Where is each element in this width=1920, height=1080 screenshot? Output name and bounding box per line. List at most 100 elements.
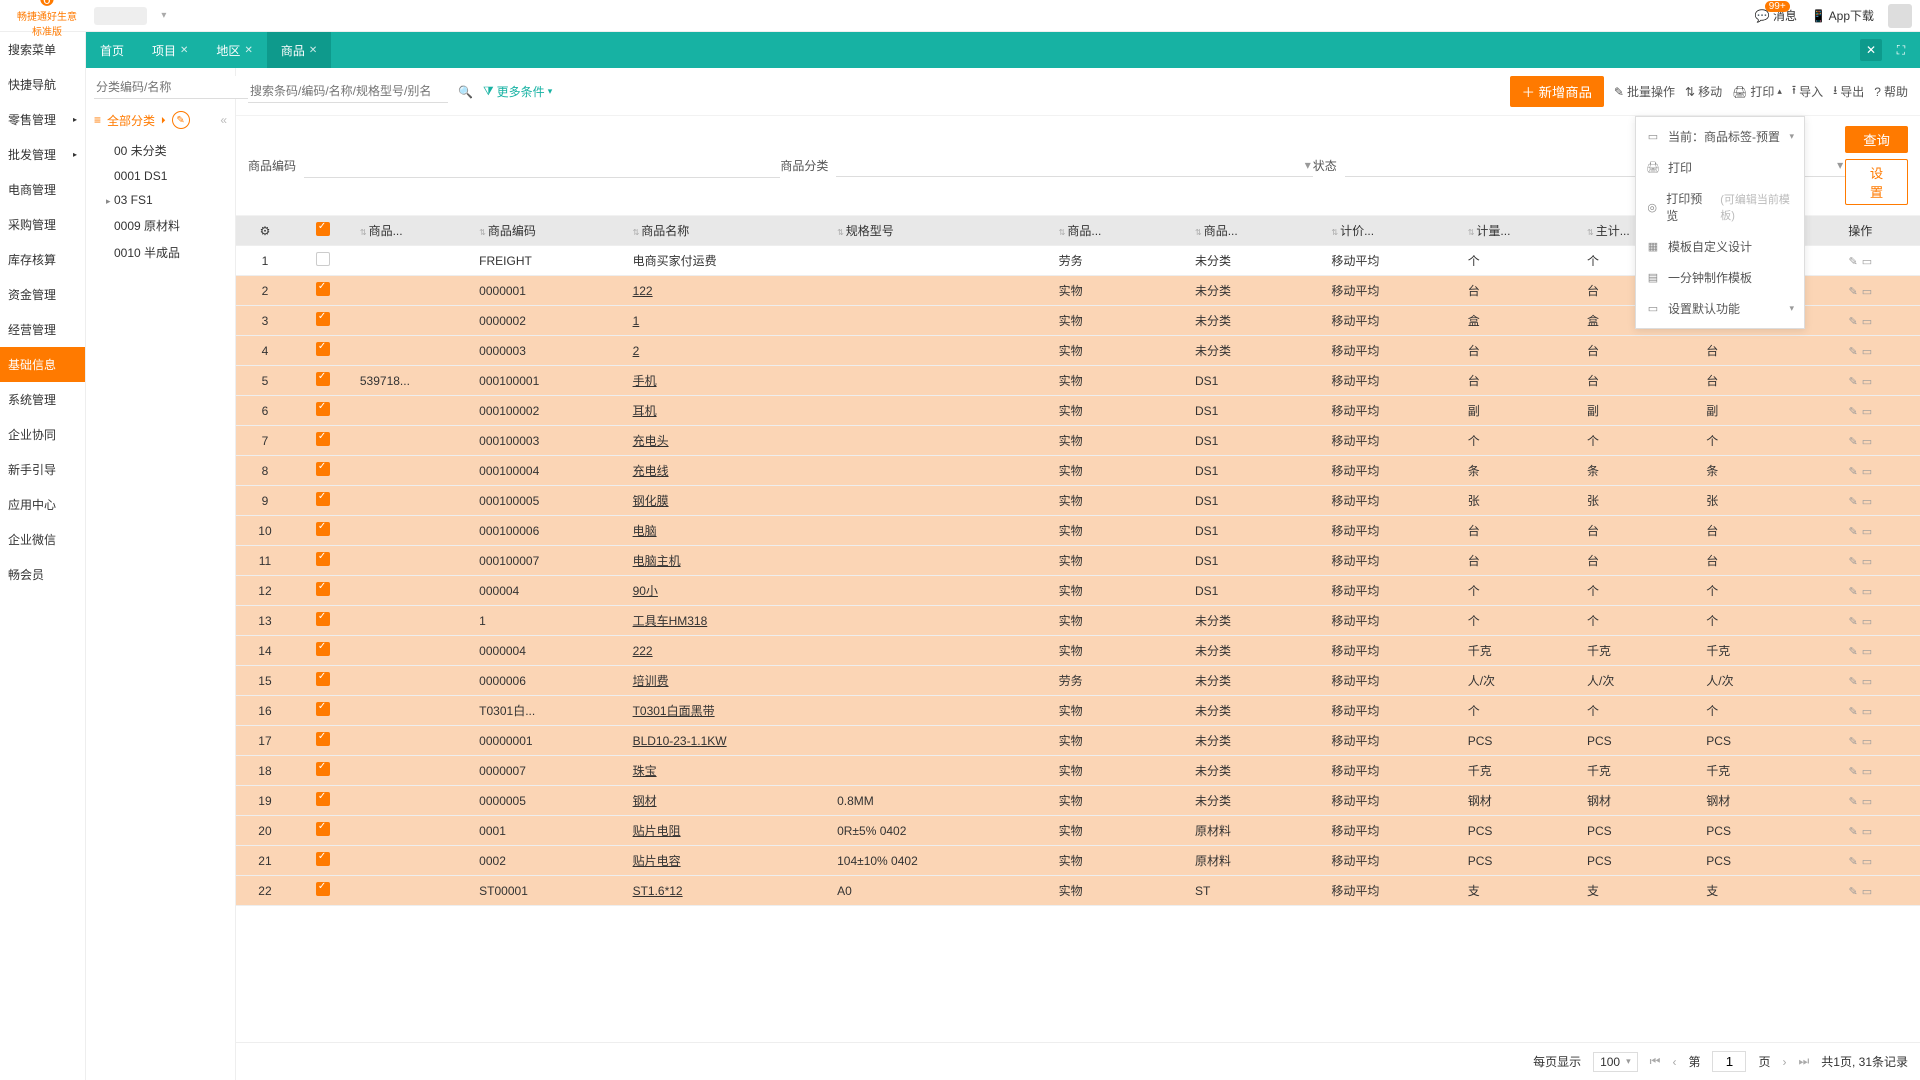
row-checkbox[interactable] — [294, 666, 352, 696]
table-row[interactable]: 150000006培训费劳务未分类移动平均人/次人/次人/次✎▭ — [236, 666, 1920, 696]
category-filter-select[interactable]: ▾ — [836, 154, 1312, 177]
more-icon[interactable]: ▭ — [1862, 496, 1872, 508]
col-barcode[interactable]: ⇅商品... — [352, 216, 471, 246]
help-button[interactable]: ?帮助 — [1874, 83, 1908, 100]
category-search-input[interactable] — [94, 76, 253, 99]
product-name-link[interactable]: 培训费 — [633, 674, 669, 688]
sidebar-item[interactable]: 电商管理 — [0, 172, 85, 207]
more-icon[interactable]: ▭ — [1862, 316, 1872, 328]
row-checkbox[interactable] — [294, 606, 352, 636]
edit-icon[interactable]: ✎ — [1848, 286, 1857, 298]
edit-icon[interactable]: ✎ — [1848, 676, 1857, 688]
set-default-action[interactable]: ▭设置默认功能▾ — [1636, 293, 1804, 324]
company-selector[interactable] — [94, 7, 147, 25]
table-row[interactable]: 180000007珠宝实物未分类移动平均千克千克千克✎▭ — [236, 756, 1920, 786]
more-icon[interactable]: ▭ — [1862, 346, 1872, 358]
row-checkbox[interactable] — [294, 636, 352, 666]
table-row[interactable]: 11000100007电脑主机实物DS1移动平均台台台✎▭ — [236, 546, 1920, 576]
table-row[interactable]: 131工具车HM318实物未分类移动平均个个个✎▭ — [236, 606, 1920, 636]
product-name-link[interactable]: 1 — [633, 314, 640, 328]
row-checkbox[interactable] — [294, 726, 352, 756]
edit-icon[interactable]: ✎ — [1848, 856, 1857, 868]
import-button[interactable]: ⭱导入 — [1792, 81, 1823, 102]
more-icon[interactable]: ▭ — [1862, 256, 1872, 268]
row-checkbox[interactable] — [294, 426, 352, 456]
col-type[interactable]: ⇅商品... — [1051, 216, 1187, 246]
more-icon[interactable]: ▭ — [1862, 556, 1872, 568]
row-checkbox[interactable] — [294, 456, 352, 486]
table-row[interactable]: 22ST00001ST1.6*12A0实物ST移动平均支支支✎▭ — [236, 876, 1920, 906]
more-icon[interactable]: ▭ — [1862, 616, 1872, 628]
col-spec[interactable]: ⇅规格型号 — [829, 216, 1051, 246]
product-name-link[interactable]: 电脑 — [633, 524, 657, 538]
last-page-button[interactable]: ⏭ — [1798, 1054, 1809, 1069]
row-checkbox[interactable] — [294, 246, 352, 276]
sidebar-item[interactable]: 企业协同 — [0, 417, 85, 452]
more-icon[interactable]: ▭ — [1862, 796, 1872, 808]
product-name-link[interactable]: 90小 — [633, 584, 658, 598]
table-row[interactable]: 9000100005钢化膜实物DS1移动平均张张张✎▭ — [236, 486, 1920, 516]
product-table-wrap[interactable]: ⚙ ⇅商品... ⇅商品编码 ⇅商品名称 ⇅规格型号 ⇅商品... ⇅商品...… — [236, 216, 1920, 1042]
row-checkbox[interactable] — [294, 516, 352, 546]
table-row[interactable]: 10000100006电脑实物DS1移动平均台台台✎▭ — [236, 516, 1920, 546]
sidebar-item[interactable]: 库存核算 — [0, 242, 85, 277]
select-all-header[interactable] — [294, 216, 352, 246]
tab[interactable]: 项目✕ — [138, 32, 202, 68]
add-product-button[interactable]: ＋ 新增商品 — [1510, 76, 1604, 107]
chevron-down-icon[interactable]: ▾ — [161, 10, 166, 21]
edit-icon[interactable]: ✎ — [1848, 346, 1857, 358]
row-checkbox[interactable] — [294, 366, 352, 396]
table-row[interactable]: 16T0301白...T0301白面黑带实物未分类移动平均个个个✎▭ — [236, 696, 1920, 726]
row-checkbox[interactable] — [294, 786, 352, 816]
table-row[interactable]: 400000032实物未分类移动平均台台台✎▭ — [236, 336, 1920, 366]
edit-icon[interactable]: ✎ — [1848, 436, 1857, 448]
category-node[interactable]: ▸03 FS1 — [86, 188, 235, 212]
sidebar-item[interactable]: 畅会员 — [0, 557, 85, 592]
edit-icon[interactable]: ✎ — [1848, 316, 1857, 328]
row-checkbox[interactable] — [294, 336, 352, 366]
edit-icon[interactable]: ✎ — [172, 111, 190, 129]
setting-button[interactable]: 设置 — [1845, 159, 1908, 205]
sidebar-item[interactable]: 采购管理 — [0, 207, 85, 242]
category-node[interactable]: 00 未分类 — [86, 137, 235, 164]
table-row[interactable]: 140000004222实物未分类移动平均千克千克千克✎▭ — [236, 636, 1920, 666]
edit-icon[interactable]: ✎ — [1848, 886, 1857, 898]
table-row[interactable]: 8000100004充电线实物DS1移动平均条条条✎▭ — [236, 456, 1920, 486]
product-name-link[interactable]: BLD10-23-1.1KW — [633, 734, 727, 748]
more-icon[interactable]: ▭ — [1862, 736, 1872, 748]
product-name-link[interactable]: 2 — [633, 344, 640, 358]
sidebar-item[interactable]: 搜索菜单 — [0, 32, 85, 67]
product-name-link[interactable]: 充电头 — [633, 434, 669, 448]
edit-icon[interactable]: ✎ — [1848, 376, 1857, 388]
more-icon[interactable]: ▭ — [1862, 706, 1872, 718]
col-unit1[interactable]: ⇅计量... — [1460, 216, 1579, 246]
table-row[interactable]: 200001贴片电阻0R±5% 0402实物原材料移动平均PCSPCSPCS✎▭ — [236, 816, 1920, 846]
row-checkbox[interactable] — [294, 276, 352, 306]
print-current-template[interactable]: ▭当前：商品标签-预置▾ — [1636, 121, 1804, 152]
product-name-link[interactable]: 电脑主机 — [633, 554, 681, 568]
quick-template-action[interactable]: ▤一分钟制作模板 — [1636, 262, 1804, 293]
more-icon[interactable]: ▭ — [1862, 286, 1872, 298]
template-custom-action[interactable]: ▦模板自定义设计 — [1636, 231, 1804, 262]
search-icon[interactable]: 🔍 — [458, 85, 473, 99]
product-name-link[interactable]: 222 — [633, 644, 653, 658]
more-icon[interactable]: ▭ — [1862, 586, 1872, 598]
page-input[interactable] — [1712, 1051, 1746, 1072]
avatar[interactable] — [1888, 4, 1912, 28]
table-row[interactable]: 1700000001BLD10-23-1.1KW实物未分类移动平均PCSPCSP… — [236, 726, 1920, 756]
query-button[interactable]: 查询 — [1845, 126, 1908, 153]
batch-ops-button[interactable]: ✎批量操作 — [1614, 83, 1675, 100]
gear-column-header[interactable]: ⚙ — [236, 216, 294, 246]
product-name-link[interactable]: 贴片电容 — [633, 854, 681, 868]
edit-icon[interactable]: ✎ — [1848, 406, 1857, 418]
product-name-link[interactable]: 122 — [633, 284, 653, 298]
more-icon[interactable]: ▭ — [1862, 406, 1872, 418]
edit-icon[interactable]: ✎ — [1848, 256, 1857, 268]
row-checkbox[interactable] — [294, 546, 352, 576]
more-icon[interactable]: ▭ — [1862, 886, 1872, 898]
export-button[interactable]: ⭳导出 — [1833, 81, 1864, 102]
row-checkbox[interactable] — [294, 306, 352, 336]
close-icon[interactable]: ✕ — [309, 45, 317, 56]
edit-icon[interactable]: ✎ — [1848, 496, 1857, 508]
more-icon[interactable]: ▭ — [1862, 826, 1872, 838]
